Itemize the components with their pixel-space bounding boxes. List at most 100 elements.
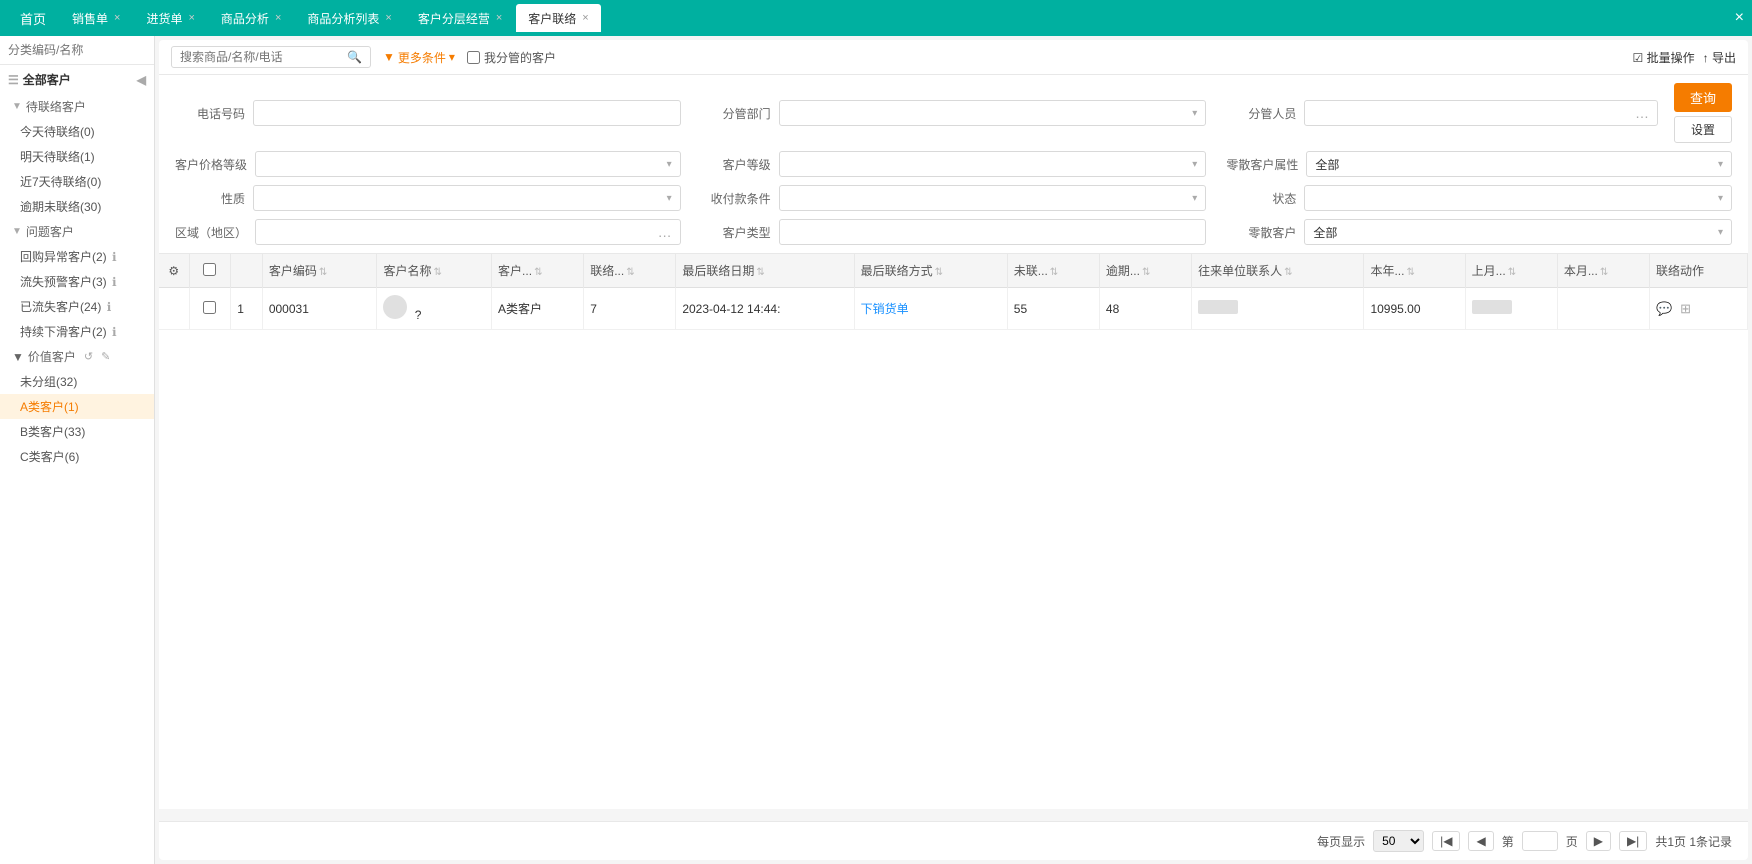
col-header-contact[interactable]: 联络...⇅ <box>584 254 676 288</box>
filter-search-icon[interactable]: 🔍 <box>347 50 362 64</box>
sidebar-item-overdue[interactable]: 逾期未联络(30) <box>0 194 154 219</box>
filter-input-customer-type[interactable] <box>779 219 1207 245</box>
sidebar-item-a-class[interactable]: A类客户(1) <box>0 394 154 419</box>
close-window-icon[interactable]: × <box>1735 9 1744 27</box>
tab-analysis-list[interactable]: 商品分析列表 × <box>295 4 403 32</box>
sidebar-collapse-icon: ◀ <box>137 73 146 87</box>
sidebar-item-unclassified[interactable]: 未分组(32) <box>0 369 154 394</box>
sidebar-problem-customers-group[interactable]: ▼ 问题客户 <box>0 219 154 244</box>
filter-row-dept: 分管部门 ▾ <box>701 83 1207 143</box>
row-name: ? <box>377 288 492 330</box>
sidebar-item-abnormal[interactable]: 回购异常客户(2) ℹ <box>0 244 154 269</box>
sidebar-value-customers-group[interactable]: ▼ 价值客户 ↺ ✎ <box>0 344 154 369</box>
filter-input-status[interactable]: ▾ <box>1304 185 1732 211</box>
row-last-method[interactable]: 下销货单 <box>854 288 1007 330</box>
last-method-link[interactable]: 下销货单 <box>861 302 909 316</box>
row-settings-cell <box>159 288 189 330</box>
filter-input-nature[interactable]: ▾ <box>253 185 681 211</box>
sidebar-item-c-class[interactable]: C类客户(6) <box>0 444 154 469</box>
filter-row-status: 状态 ▾ <box>1226 185 1732 211</box>
sidebar-item-tomorrow[interactable]: 明天待联络(1) <box>0 144 154 169</box>
col-header-settings[interactable]: ⚙ <box>159 254 189 288</box>
close-analysis-list-tab[interactable]: × <box>385 12 391 24</box>
row-checkbox[interactable] <box>203 301 216 314</box>
close-analysis-tab[interactable]: × <box>275 12 281 24</box>
tab-analysis[interactable]: 商品分析 × <box>209 4 293 32</box>
filter-search-input[interactable] <box>180 50 343 64</box>
sidebar-item-7days[interactable]: 近7天待联络(0) <box>0 169 154 194</box>
filter-label-customer-tier: 客户等级 <box>701 156 771 173</box>
filter-input-price-tier[interactable]: ▾ <box>255 151 681 177</box>
sort-this-month-icon: ⇅ <box>1600 267 1608 278</box>
filter-row-nature: 性质 ▾ <box>175 185 681 211</box>
sort-date-icon: ⇅ <box>756 267 764 278</box>
filter-label-retail-attr: 零散客户属性 <box>1226 156 1298 173</box>
col-header-type[interactable]: 客户...⇅ <box>492 254 584 288</box>
prev-page-button[interactable]: ◀ <box>1468 831 1493 851</box>
filter-input-retail[interactable]: 全部▾ <box>1304 219 1732 245</box>
filter-input-retail-attr[interactable]: 全部▾ <box>1306 151 1732 177</box>
sidebar-pending-contact-group[interactable]: ▼ 待联络客户 <box>0 94 154 119</box>
total-records-label: 共1页 1条记录 <box>1655 833 1732 850</box>
filter-search-wrap: 🔍 <box>171 46 371 68</box>
query-button[interactable]: 查询 <box>1674 83 1732 112</box>
tab-customer-contact[interactable]: 客户联络 × <box>516 4 600 32</box>
filter-input-region[interactable]: … <box>255 219 681 245</box>
last-page-button[interactable]: ▶| <box>1619 831 1647 851</box>
tab-purchase[interactable]: 进货单 × <box>134 4 206 32</box>
chat-icon[interactable]: 💬 <box>1656 301 1672 317</box>
chevron-down-icon-3: ▼ <box>12 350 24 364</box>
my-customers-checkbox-wrap[interactable]: 我分管的客户 <box>467 49 556 66</box>
col-header-last-method[interactable]: 最后联络方式⇅ <box>854 254 1007 288</box>
export-button[interactable]: ↑ 导出 <box>1703 49 1736 66</box>
sidebar-item-churn-warning[interactable]: 流失预警客户(3) ℹ <box>0 269 154 294</box>
settings-button[interactable]: 设置 <box>1674 116 1732 143</box>
filter-label-nature: 性质 <box>175 190 245 207</box>
col-header-overdue[interactable]: 逾期...⇅ <box>1099 254 1191 288</box>
page-number-input[interactable]: 1 <box>1522 831 1558 851</box>
avatar <box>383 295 407 319</box>
my-customers-checkbox[interactable] <box>467 51 480 64</box>
col-header-contact-person[interactable]: 往来单位联系人⇅ <box>1192 254 1364 288</box>
col-header-name[interactable]: 客户名称⇅ <box>377 254 492 288</box>
col-header-code[interactable]: 客户编码⇅ <box>262 254 377 288</box>
tab-sales[interactable]: 销售单 × <box>60 4 132 32</box>
col-header-checkbox[interactable] <box>189 254 231 288</box>
filter-input-payment[interactable]: ▾ <box>779 185 1207 211</box>
sidebar-item-today[interactable]: 今天待联络(0) <box>0 119 154 144</box>
chevron-down-icon: ▼ <box>12 101 22 112</box>
close-purchase-tab[interactable]: × <box>188 12 194 24</box>
nav-home[interactable]: 首页 <box>8 9 58 28</box>
col-header-this-month[interactable]: 本月...⇅ <box>1557 254 1649 288</box>
sort-contact-icon: ⇅ <box>626 267 634 278</box>
filter-label-retail: 零散客户 <box>1226 224 1296 241</box>
sidebar-item-b-class[interactable]: B类客户(33) <box>0 419 154 444</box>
filter-input-manager[interactable]: … <box>1304 100 1658 126</box>
row-checkbox-cell[interactable] <box>189 288 231 330</box>
grid-icon[interactable]: ⊞ <box>1680 301 1691 317</box>
close-customer-tier-tab[interactable]: × <box>496 12 502 24</box>
sidebar-item-declining[interactable]: 持续下滑客户(2) ℹ <box>0 319 154 344</box>
col-header-this-year[interactable]: 本年...⇅ <box>1364 254 1465 288</box>
next-page-button[interactable]: ▶ <box>1586 831 1611 851</box>
batch-ops-button[interactable]: ☑ 批量操作 <box>1633 49 1695 66</box>
col-header-no-contact[interactable]: 未联...⇅ <box>1007 254 1099 288</box>
col-header-last-date[interactable]: 最后联络日期⇅ <box>676 254 854 288</box>
close-sales-tab[interactable]: × <box>114 12 120 24</box>
sidebar-item-churned[interactable]: 已流失客户(24) ℹ <box>0 294 154 319</box>
sort-no-contact-icon: ⇅ <box>1050 267 1058 278</box>
tab-customer-tier[interactable]: 客户分层经营 × <box>406 4 514 32</box>
sidebar-all-customers[interactable]: ☰全部客户 ◀ <box>0 65 154 94</box>
more-conditions-button[interactable]: ▼ 更多条件 ▾ <box>383 49 455 66</box>
per-page-select[interactable]: 50 100 200 <box>1373 830 1424 852</box>
sidebar-search-input[interactable] <box>8 43 155 57</box>
first-page-button[interactable]: |◀ <box>1432 831 1460 851</box>
horizontal-scrollbar[interactable] <box>159 809 1748 821</box>
row-no: 1 <box>231 288 263 330</box>
filter-input-phone[interactable] <box>253 100 681 126</box>
filter-input-customer-tier[interactable]: ▾ <box>779 151 1207 177</box>
col-header-last-month[interactable]: 上月...⇅ <box>1465 254 1557 288</box>
close-customer-contact-tab[interactable]: × <box>582 12 588 24</box>
filter-input-dept[interactable]: ▾ <box>779 100 1207 126</box>
select-all-checkbox[interactable] <box>203 263 216 276</box>
